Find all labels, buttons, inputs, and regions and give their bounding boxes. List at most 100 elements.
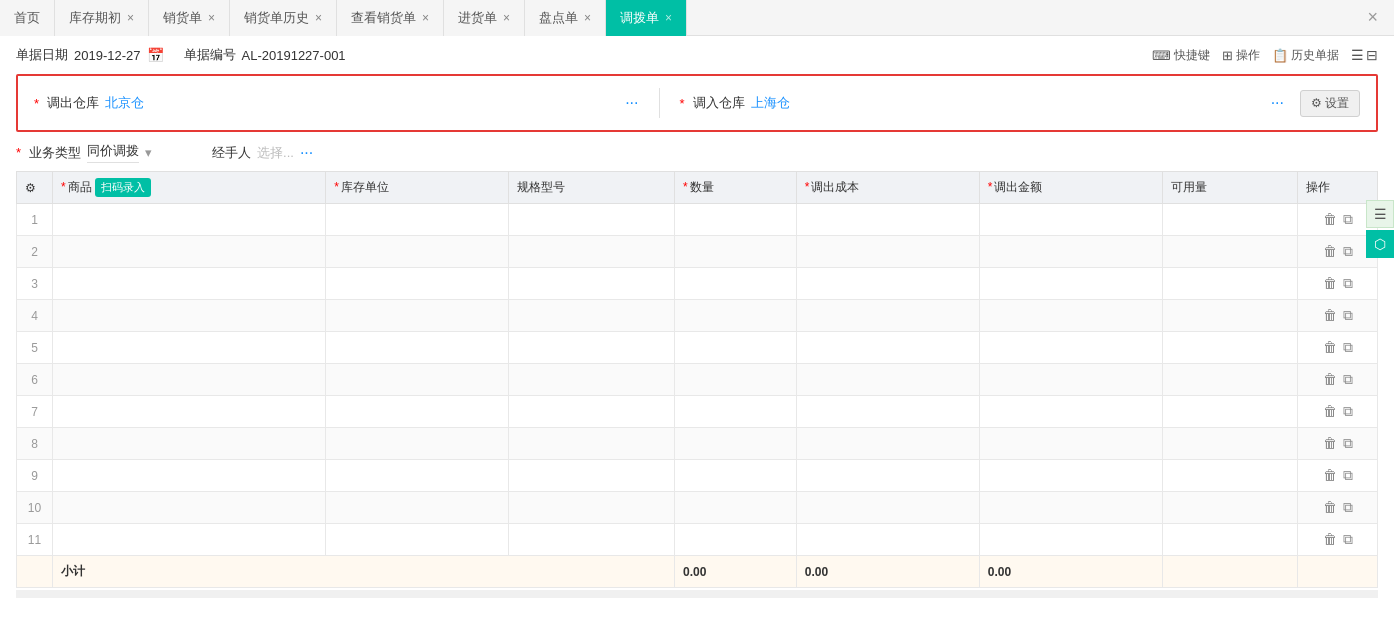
cell-available-2[interactable]: [1162, 236, 1297, 268]
col-amount: 调出金额: [979, 172, 1162, 204]
person-label: 经手人: [212, 144, 251, 162]
delete-icon-10[interactable]: 🗑: [1323, 499, 1337, 516]
col-gear[interactable]: ⚙: [17, 172, 53, 204]
tab-close-inventory-check[interactable]: ×: [584, 11, 591, 25]
copy-icon-4[interactable]: ⧉: [1343, 307, 1353, 324]
warehouse-out-value[interactable]: 北京仓: [105, 94, 144, 112]
copy-icon-2[interactable]: ⧉: [1343, 243, 1353, 260]
tab-close-purchase-order[interactable]: ×: [503, 11, 510, 25]
table-row: 5 🗑⧉: [17, 332, 1378, 364]
col-op: 操作: [1298, 172, 1378, 204]
table-row: 6 🗑⧉: [17, 364, 1378, 396]
copy-icon-10[interactable]: ⧉: [1343, 499, 1353, 516]
person-placeholder[interactable]: 选择...: [257, 144, 294, 162]
tab-close-sales-history[interactable]: ×: [315, 11, 322, 25]
date-value: 2019-12-27: [74, 48, 141, 63]
shortcuts-action[interactable]: ⌨ 快捷键: [1152, 47, 1210, 64]
tab-close-view-sales[interactable]: ×: [422, 11, 429, 25]
tab-home[interactable]: 首页: [0, 0, 55, 36]
person-field: 经手人 选择... ···: [212, 144, 313, 162]
tab-close-sales-order[interactable]: ×: [208, 11, 215, 25]
delete-icon-3[interactable]: 🗑: [1323, 275, 1337, 292]
history-action[interactable]: 📋 历史单据: [1272, 47, 1339, 64]
layout-list-icon[interactable]: ☰: [1351, 47, 1364, 63]
copy-icon-11[interactable]: ⧉: [1343, 531, 1353, 548]
delete-icon-7[interactable]: 🗑: [1323, 403, 1337, 420]
cell-amount-2[interactable]: [979, 236, 1162, 268]
copy-icon-7[interactable]: ⧉: [1343, 403, 1353, 420]
tab-purchase-order[interactable]: 进货单 ×: [444, 0, 525, 36]
cell-available-1[interactable]: [1162, 204, 1297, 236]
table-row: 3 🗑⧉: [17, 268, 1378, 300]
cell-unit-1[interactable]: [326, 204, 509, 236]
layout-icon-group: ☰ ⊟: [1351, 47, 1378, 63]
warehouse-in-section: * 调入仓库 上海仓 ···: [680, 94, 1285, 112]
tab-inventory-check[interactable]: 盘点单 ×: [525, 0, 606, 36]
tab-close-transfer[interactable]: ×: [665, 11, 672, 25]
copy-icon-3[interactable]: ⧉: [1343, 275, 1353, 292]
grid-icon: ⊞: [1222, 48, 1233, 63]
business-type-field: * 业务类型 同价调拨 ▾: [16, 142, 152, 163]
warehouse-in-value[interactable]: 上海仓: [751, 94, 790, 112]
dropdown-arrow-icon[interactable]: ▾: [145, 145, 152, 160]
warehouse-out-dots[interactable]: ···: [625, 94, 638, 112]
settings-button[interactable]: ⚙ 设置: [1300, 90, 1360, 117]
table-row: 11 🗑⧉: [17, 524, 1378, 556]
cell-spec-1[interactable]: [509, 204, 675, 236]
cell-product-1[interactable]: [53, 204, 326, 236]
copy-icon-6[interactable]: ⧉: [1343, 371, 1353, 388]
tab-sales-history[interactable]: 销货单历史 ×: [230, 0, 337, 36]
float-list-icon[interactable]: ☰: [1366, 200, 1394, 228]
warehouse-in-dots[interactable]: ···: [1271, 94, 1284, 112]
copy-icon-9[interactable]: ⧉: [1343, 467, 1353, 484]
cell-cost-2[interactable]: [796, 236, 979, 268]
gear-icon: ⚙: [1311, 96, 1322, 110]
cell-spec-2[interactable]: [509, 236, 675, 268]
tab-transfer[interactable]: 调拨单 ×: [606, 0, 687, 36]
delete-icon-2[interactable]: 🗑: [1323, 243, 1337, 260]
copy-icon-8[interactable]: ⧉: [1343, 435, 1353, 452]
copy-icon-1[interactable]: ⧉: [1343, 211, 1353, 228]
float-export-icon[interactable]: ⬡: [1366, 230, 1394, 258]
tab-sales-order[interactable]: 销货单 ×: [149, 0, 230, 36]
row-num-2: 2: [17, 236, 53, 268]
cell-cost-1[interactable]: [796, 204, 979, 236]
cell-qty-2[interactable]: [675, 236, 797, 268]
cell-qty-1[interactable]: [675, 204, 797, 236]
warehouse-out-section: * 调出仓库 北京仓 ···: [34, 94, 639, 112]
layout-grid-icon[interactable]: ⊟: [1366, 47, 1378, 63]
top-form-row: 单据日期 2019-12-27 📅 单据编号 AL-20191227-001 ⌨…: [16, 46, 1378, 64]
tab-inventory-init[interactable]: 库存期初 ×: [55, 0, 149, 36]
table-row: 7 🗑⧉: [17, 396, 1378, 428]
subtotal-qty: 0.00: [675, 556, 797, 588]
doc-num-field: 单据编号 AL-20191227-001: [184, 46, 346, 64]
horizontal-scrollbar[interactable]: [16, 590, 1378, 598]
calendar-icon[interactable]: 📅: [147, 47, 164, 63]
table-row: 8 🗑⧉: [17, 428, 1378, 460]
table-row: 2 🗑 ⧉: [17, 236, 1378, 268]
keyboard-icon: ⌨: [1152, 48, 1171, 63]
tab-view-sales[interactable]: 查看销货单 ×: [337, 0, 444, 36]
tab-close-inventory-init[interactable]: ×: [127, 11, 134, 25]
delete-icon-11[interactable]: 🗑: [1323, 531, 1337, 548]
delete-icon-1[interactable]: 🗑: [1323, 211, 1337, 228]
person-dots[interactable]: ···: [300, 144, 313, 162]
delete-icon-6[interactable]: 🗑: [1323, 371, 1337, 388]
delete-icon-5[interactable]: 🗑: [1323, 339, 1337, 356]
global-close-button[interactable]: ×: [1351, 0, 1394, 36]
table-row: 10 🗑⧉: [17, 492, 1378, 524]
cell-unit-2[interactable]: [326, 236, 509, 268]
delete-icon-9[interactable]: 🗑: [1323, 467, 1337, 484]
delete-icon-4[interactable]: 🗑: [1323, 307, 1337, 324]
business-type-value[interactable]: 同价调拨: [87, 142, 139, 163]
cell-amount-1[interactable]: [979, 204, 1162, 236]
operations-action[interactable]: ⊞ 操作: [1222, 47, 1260, 64]
scan-button[interactable]: 扫码录入: [95, 178, 151, 197]
main-content: 单据日期 2019-12-27 📅 单据编号 AL-20191227-001 ⌨…: [0, 36, 1394, 608]
cell-product-2[interactable]: [53, 236, 326, 268]
top-actions: ⌨ 快捷键 ⊞ 操作 📋 历史单据 ☰ ⊟: [1152, 47, 1378, 64]
col-unit: 库存单位: [326, 172, 509, 204]
date-label: 单据日期: [16, 46, 68, 64]
delete-icon-8[interactable]: 🗑: [1323, 435, 1337, 452]
copy-icon-5[interactable]: ⧉: [1343, 339, 1353, 356]
